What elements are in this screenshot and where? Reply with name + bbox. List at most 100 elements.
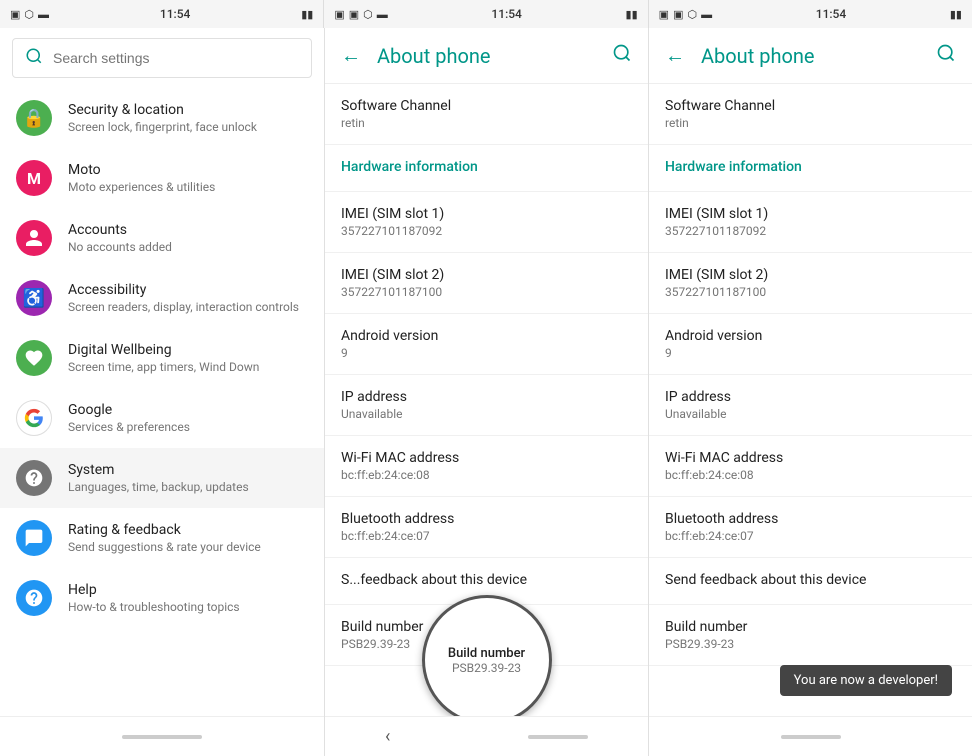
accessibility-icon-circle: ♿ [16,280,52,316]
about-item-imei1-mid[interactable]: IMEI (SIM slot 1) 357227101187092 [325,192,648,253]
software-channel-title-right: Software Channel [665,98,956,114]
accessibility-text: Accessibility Screen readers, display, i… [68,282,308,314]
status-icons-right-right: ▮▮ [950,8,962,21]
search-icon-mid[interactable] [604,35,640,76]
settings-item-system[interactable]: System Languages, time, backup, updates [0,448,324,508]
status-time-right: 11:54 [816,7,846,21]
nav-bar-handle [122,735,202,739]
wifi-value-right: bc:ff:eb:24:ce:08 [665,468,956,482]
about-item-hardware-right: Hardware information [649,145,972,192]
help-title: Help [68,582,308,598]
about-item-bluetooth-mid[interactable]: Bluetooth address bc:ff:eb:24:ce:07 [325,497,648,558]
about-item-build-right[interactable]: Build number PSB29.39-23 [649,605,972,666]
status-icons-right-left: ▮▮ [301,8,313,21]
about-item-imei1-right[interactable]: IMEI (SIM slot 1) 357227101187092 [649,192,972,253]
security-subtitle: Screen lock, fingerprint, face unlock [68,120,308,134]
rating-icon-circle [16,520,52,556]
security-icon-circle: 🔒 [16,100,52,136]
google-icon-circle [16,400,52,436]
bluetooth-value-mid: bc:ff:eb:24:ce:07 [341,529,632,543]
toast-notification: You are now a developer! [780,665,952,696]
about-item-wifi-right[interactable]: Wi-Fi MAC address bc:ff:eb:24:ce:08 [649,436,972,497]
software-channel-value-mid: retin [341,116,632,130]
about-item-feedback-right[interactable]: Send feedback about this device [649,558,972,605]
about-item-software-channel-mid[interactable]: Software Channel retin [325,84,648,145]
imei1-value-mid: 357227101187092 [341,224,632,238]
status-time-mid: 11:54 [491,7,521,21]
google-text: Google Services & preferences [68,402,308,434]
back-icon-mid[interactable]: ← [333,35,369,76]
build-circle-title: Build number [448,646,525,661]
wellbeing-icon-circle [16,340,52,376]
panel-title-mid: About phone [377,44,604,68]
panel-title-right: About phone [701,44,928,68]
about-list-right: Software Channel retin Hardware informat… [649,84,972,716]
about-item-imei2-mid[interactable]: IMEI (SIM slot 2) 357227101187100 [325,253,648,314]
wellbeing-text: Digital Wellbeing Screen time, app timer… [68,342,308,374]
google-title: Google [68,402,308,418]
accessibility-subtitle: Screen readers, display, interaction con… [68,300,308,314]
feedback-title-mid: S...feedback about this device [341,572,632,588]
ip-value-right: Unavailable [665,407,956,421]
about-item-ip-right[interactable]: IP address Unavailable [649,375,972,436]
about-item-imei2-right[interactable]: IMEI (SIM slot 2) 357227101187100 [649,253,972,314]
settings-item-help[interactable]: Help How-to & troubleshooting topics [0,568,324,628]
about-item-android-right[interactable]: Android version 9 [649,314,972,375]
hardware-title-mid: Hardware information [341,159,632,175]
settings-list: 🔒 Security & location Screen lock, finge… [0,88,324,716]
about-item-build-mid[interactable]: Build number PSB29.39-23 Build number PS… [325,605,648,666]
status-time-left: 11:54 [160,7,190,21]
search-input[interactable] [53,50,299,66]
settings-item-google[interactable]: Google Services & preferences [0,388,324,448]
build-number-circle: Build number PSB29.39-23 [422,595,552,716]
settings-item-accounts[interactable]: Accounts No accounts added [0,208,324,268]
rating-title: Rating & feedback [68,522,308,538]
build-title-right: Build number [665,619,956,635]
accessibility-title: Accessibility [68,282,308,298]
help-icon-circle [16,580,52,616]
bluetooth-value-right: bc:ff:eb:24:ce:07 [665,529,956,543]
accounts-subtitle: No accounts added [68,240,308,254]
about-item-ip-mid[interactable]: IP address Unavailable [325,375,648,436]
imei1-title-right: IMEI (SIM slot 1) [665,206,956,222]
status-bar: ▣⬡▬ 11:54 ▮▮ ▣▣⬡▬ 11:54 ▮▮ ▣▣⬡▬ 11:54 ▮▮ [0,0,972,28]
accounts-icon-circle [16,220,52,256]
settings-item-rating[interactable]: Rating & feedback Send suggestions & rat… [0,508,324,568]
settings-item-accessibility[interactable]: ♿ Accessibility Screen readers, display,… [0,268,324,328]
android-title-mid: Android version [341,328,632,344]
nav-back-mid[interactable]: ‹ [385,726,390,747]
about-item-software-channel-right[interactable]: Software Channel retin [649,84,972,145]
bottom-nav-left [0,716,324,756]
bluetooth-title-mid: Bluetooth address [341,511,632,527]
settings-item-moto[interactable]: M Moto Moto experiences & utilities [0,148,324,208]
imei2-value-mid: 357227101187100 [341,285,632,299]
wifi-value-mid: bc:ff:eb:24:ce:08 [341,468,632,482]
about-item-wifi-mid[interactable]: Wi-Fi MAC address bc:ff:eb:24:ce:08 [325,436,648,497]
settings-item-security[interactable]: 🔒 Security & location Screen lock, finge… [0,88,324,148]
android-title-right: Android version [665,328,956,344]
search-bar[interactable] [12,38,312,78]
software-channel-title-mid: Software Channel [341,98,632,114]
panel-header-mid: ← About phone [325,28,648,84]
wellbeing-title: Digital Wellbeing [68,342,308,358]
moto-subtitle: Moto experiences & utilities [68,180,308,194]
about-list-mid: Software Channel retin Hardware informat… [325,84,648,716]
rating-subtitle: Send suggestions & rate your device [68,540,308,554]
settings-item-wellbeing[interactable]: Digital Wellbeing Screen time, app timer… [0,328,324,388]
google-subtitle: Services & preferences [68,420,308,434]
status-icons-mid-left: ▣▣⬡▬ [334,8,387,21]
main-content: 🔒 Security & location Screen lock, finge… [0,28,972,756]
bluetooth-title-right: Bluetooth address [665,511,956,527]
imei1-title-mid: IMEI (SIM slot 1) [341,206,632,222]
about-item-android-mid[interactable]: Android version 9 [325,314,648,375]
about-panel-right: ← About phone Software Channel retin Har… [649,28,972,756]
settings-panel: 🔒 Security & location Screen lock, finge… [0,28,325,756]
ip-title-right: IP address [665,389,956,405]
accounts-title: Accounts [68,222,308,238]
about-item-bluetooth-right[interactable]: Bluetooth address bc:ff:eb:24:ce:07 [649,497,972,558]
back-icon-right[interactable]: ← [657,35,693,76]
search-icon-right[interactable] [928,35,964,76]
bottom-nav-right [649,716,972,756]
moto-title: Moto [68,162,308,178]
help-text: Help How-to & troubleshooting topics [68,582,308,614]
